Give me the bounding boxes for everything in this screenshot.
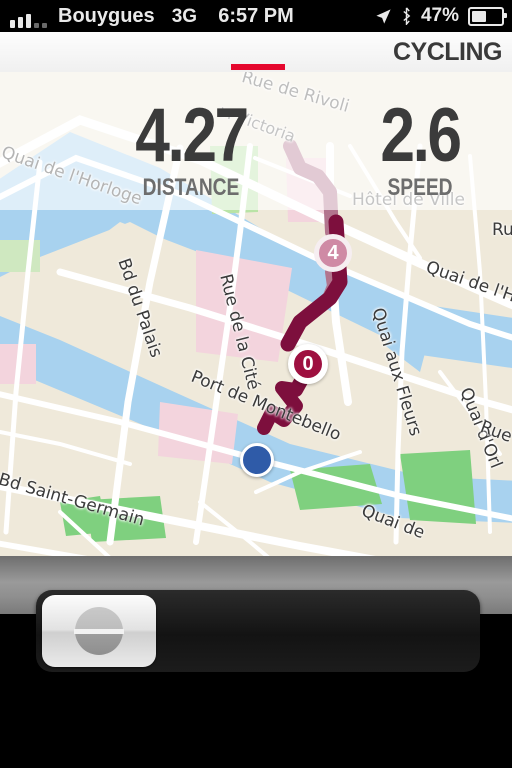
user-location-dot xyxy=(240,443,274,477)
signal-bars-icon xyxy=(10,12,47,28)
bluetooth-icon xyxy=(401,7,412,27)
bottom-toolbar xyxy=(36,590,480,672)
record-pause-circle-icon xyxy=(74,607,124,655)
record-pause-button[interactable] xyxy=(42,595,156,667)
waypoint-marker-label: 4 xyxy=(327,241,339,264)
distance-stat: 4.27 DISTANCE xyxy=(96,93,286,202)
network-type-label: 3G xyxy=(171,5,198,27)
speed-label: SPEED xyxy=(387,174,453,201)
waypoint-marker-0[interactable]: 0 xyxy=(288,344,328,384)
carrier-label: Bouygues xyxy=(58,4,155,27)
tab-active-indicator xyxy=(231,64,285,70)
status-bar: Bouygues 3G 6:57 PM 47% xyxy=(0,0,512,32)
speed-stat: 2.6 SPEED xyxy=(330,93,510,202)
map-view[interactable]: Quai de l'Horloge Bd du Palais Rue de la… xyxy=(0,72,512,556)
distance-value: 4.27 xyxy=(135,93,249,178)
speed-value: 2.6 xyxy=(380,93,462,178)
stats-overlay: 4.27 DISTANCE 2.6 SPEED xyxy=(0,72,512,210)
tab-cycling[interactable]: CYCLING xyxy=(292,32,503,72)
waypoint-marker-label: 0 xyxy=(302,352,314,375)
map-label: Ru xyxy=(492,220,512,240)
status-bar-left: Bouygues 3G xyxy=(0,5,197,28)
location-arrow-icon xyxy=(375,8,392,25)
battery-icon xyxy=(468,6,507,26)
status-bar-right: 47% xyxy=(375,5,507,27)
battery-percent-label: 47% xyxy=(420,5,459,26)
distance-label: DISTANCE xyxy=(142,174,240,201)
tab-bar: MAP CYCLING xyxy=(0,32,512,588)
phone-screen: Bouygues 3G 6:57 PM 47% MAP CYCLING xyxy=(0,0,512,768)
waypoint-marker-4[interactable]: 4 xyxy=(314,234,352,272)
